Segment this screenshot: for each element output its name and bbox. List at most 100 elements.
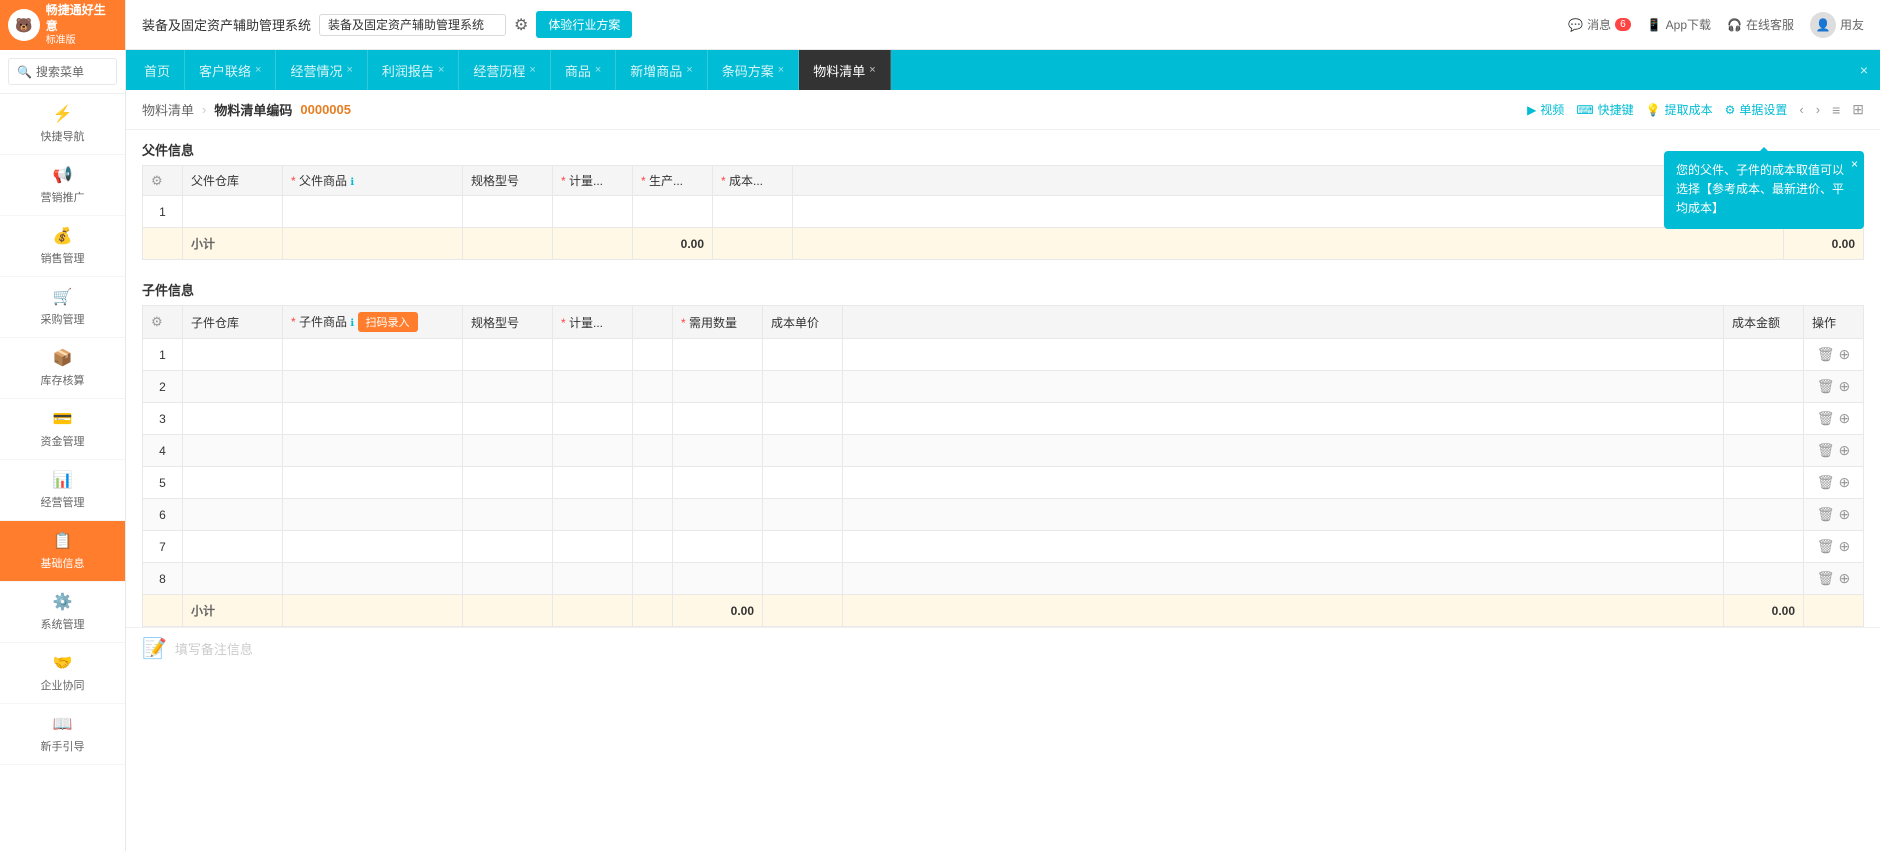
bill-settings-button[interactable]: ⚙ 单据设置 <box>1725 101 1788 118</box>
scan-button[interactable]: 扫码录入 <box>358 312 418 332</box>
nav-next-button[interactable]: › <box>1816 102 1820 117</box>
copy-icon[interactable]: ⊕ <box>1839 506 1851 523</box>
user-button[interactable]: 👤 用友 <box>1810 12 1864 38</box>
tab-product-close[interactable]: × <box>595 64 601 76</box>
delete-icon[interactable]: 🗑 <box>1817 378 1835 395</box>
child-row-qty[interactable] <box>673 403 763 435</box>
child-row-spec[interactable] <box>463 339 553 371</box>
tab-operation[interactable]: 经营情况 × <box>276 50 367 90</box>
topbar-gear-icon[interactable]: ⚙ <box>514 15 528 35</box>
child-row-unit-price[interactable] <box>763 563 843 595</box>
parent-row-spec[interactable] <box>463 196 553 228</box>
copy-icon[interactable]: ⊕ <box>1839 378 1851 395</box>
child-row-warehouse[interactable] <box>183 499 283 531</box>
child-row-unit[interactable] <box>553 499 633 531</box>
child-row-qty[interactable] <box>673 563 763 595</box>
child-row-unit[interactable] <box>553 371 633 403</box>
tab-customer-close[interactable]: × <box>255 64 261 76</box>
child-row-spec[interactable] <box>463 435 553 467</box>
tab-new-product-close[interactable]: × <box>686 64 692 76</box>
tab-profit[interactable]: 利润报告 × <box>368 50 459 90</box>
child-row-unit[interactable] <box>553 435 633 467</box>
sidebar-item-finance[interactable]: 💳 资金管理 <box>0 399 125 460</box>
child-row-spec[interactable] <box>463 563 553 595</box>
child-row-unit[interactable] <box>553 563 633 595</box>
tab-barcode-close[interactable]: × <box>778 64 784 76</box>
parent-row-unit[interactable] <box>553 196 633 228</box>
note-label[interactable]: 填写备注信息 <box>175 639 253 658</box>
copy-icon[interactable]: ⊕ <box>1839 570 1851 587</box>
child-row-unit-price[interactable] <box>763 467 843 499</box>
sidebar-item-purchase[interactable]: 🛒 采购管理 <box>0 277 125 338</box>
search-menu-button[interactable]: 🔍 搜索菜单 <box>8 58 117 85</box>
nav-prev-button[interactable]: ‹ <box>1799 102 1803 117</box>
child-row-product[interactable] <box>283 339 463 371</box>
child-row-spec[interactable] <box>463 371 553 403</box>
child-row-spec[interactable] <box>463 467 553 499</box>
extract-cost-button[interactable]: 💡 提取成本 <box>1646 101 1713 118</box>
child-row-unit-price[interactable] <box>763 499 843 531</box>
view-video-button[interactable]: ▶ 视频 <box>1527 101 1564 118</box>
parent-row-produce[interactable] <box>633 196 713 228</box>
tab-customer[interactable]: 客户联络 × <box>185 50 276 90</box>
child-row-qty[interactable] <box>673 339 763 371</box>
topbar-select[interactable]: 装备及固定资产辅助管理系统 <box>319 14 506 36</box>
sidebar-item-sales[interactable]: 💰 销售管理 <box>0 216 125 277</box>
child-row-warehouse[interactable] <box>183 339 283 371</box>
child-gear-icon[interactable]: ⚙ <box>151 314 163 329</box>
child-row-unit[interactable] <box>553 467 633 499</box>
grid-view-button[interactable]: ≡ <box>1832 102 1840 118</box>
parent-row-cost[interactable] <box>713 196 793 228</box>
delete-icon[interactable]: 🗑 <box>1817 570 1835 587</box>
child-row-unit[interactable] <box>553 403 633 435</box>
sidebar-item-marketing[interactable]: 📢 营销推广 <box>0 155 125 216</box>
child-row-unit-price[interactable] <box>763 339 843 371</box>
child-row-unit-price[interactable] <box>763 371 843 403</box>
child-row-unit-price[interactable] <box>763 531 843 563</box>
delete-icon[interactable]: 🗑 <box>1817 474 1835 491</box>
sidebar-item-quick-nav[interactable]: ⚡ 快捷导航 <box>0 94 125 155</box>
child-row-warehouse[interactable] <box>183 467 283 499</box>
trial-button[interactable]: 体验行业方案 <box>536 11 632 38</box>
child-row-qty[interactable] <box>673 467 763 499</box>
list-view-button[interactable]: ⊞ <box>1852 101 1864 118</box>
message-button[interactable]: 💬 消息 6 <box>1568 16 1631 33</box>
child-row-qty[interactable] <box>673 371 763 403</box>
tab-new-product[interactable]: 新增商品 × <box>616 50 707 90</box>
copy-icon[interactable]: ⊕ <box>1839 442 1851 459</box>
delete-icon[interactable]: 🗑 <box>1817 442 1835 459</box>
child-row-unit-price[interactable] <box>763 403 843 435</box>
child-row-product[interactable] <box>283 403 463 435</box>
child-row-spec[interactable] <box>463 531 553 563</box>
child-row-qty[interactable] <box>673 499 763 531</box>
sidebar-item-inventory[interactable]: 📦 库存核算 <box>0 338 125 399</box>
child-row-product[interactable] <box>283 435 463 467</box>
copy-icon[interactable]: ⊕ <box>1839 346 1851 363</box>
tab-product[interactable]: 商品 × <box>551 50 616 90</box>
child-row-qty[interactable] <box>673 435 763 467</box>
shortcut-button[interactable]: ⌨ 快捷键 <box>1576 101 1633 118</box>
app-download-button[interactable]: 📱 App下载 <box>1647 16 1711 33</box>
delete-icon[interactable]: 🗑 <box>1817 538 1835 555</box>
child-row-unit[interactable] <box>553 339 633 371</box>
tab-profit-close[interactable]: × <box>438 64 444 76</box>
parent-row-warehouse[interactable] <box>183 196 283 228</box>
child-row-product[interactable] <box>283 531 463 563</box>
child-row-warehouse[interactable] <box>183 371 283 403</box>
online-service-button[interactable]: 🎧 在线客服 <box>1727 16 1794 33</box>
parent-row-product[interactable] <box>283 196 463 228</box>
sidebar-item-cooperation[interactable]: 🤝 企业协同 <box>0 643 125 704</box>
child-row-product[interactable] <box>283 563 463 595</box>
sidebar-item-guide[interactable]: 📖 新手引导 <box>0 704 125 765</box>
child-row-product[interactable] <box>283 467 463 499</box>
sidebar-item-business[interactable]: 📊 经营管理 <box>0 460 125 521</box>
tab-barcode[interactable]: 条码方案 × <box>708 50 799 90</box>
delete-icon[interactable]: 🗑 <box>1817 346 1835 363</box>
tab-history[interactable]: 经营历程 × <box>459 50 550 90</box>
tab-home[interactable]: 首页 <box>130 50 185 90</box>
sidebar-item-system[interactable]: ⚙️ 系统管理 <box>0 582 125 643</box>
parent-gear-icon[interactable]: ⚙ <box>151 173 163 188</box>
tab-bom-close[interactable]: × <box>869 64 875 76</box>
child-row-warehouse[interactable] <box>183 563 283 595</box>
tab-panel-close[interactable]: × <box>1852 62 1876 78</box>
